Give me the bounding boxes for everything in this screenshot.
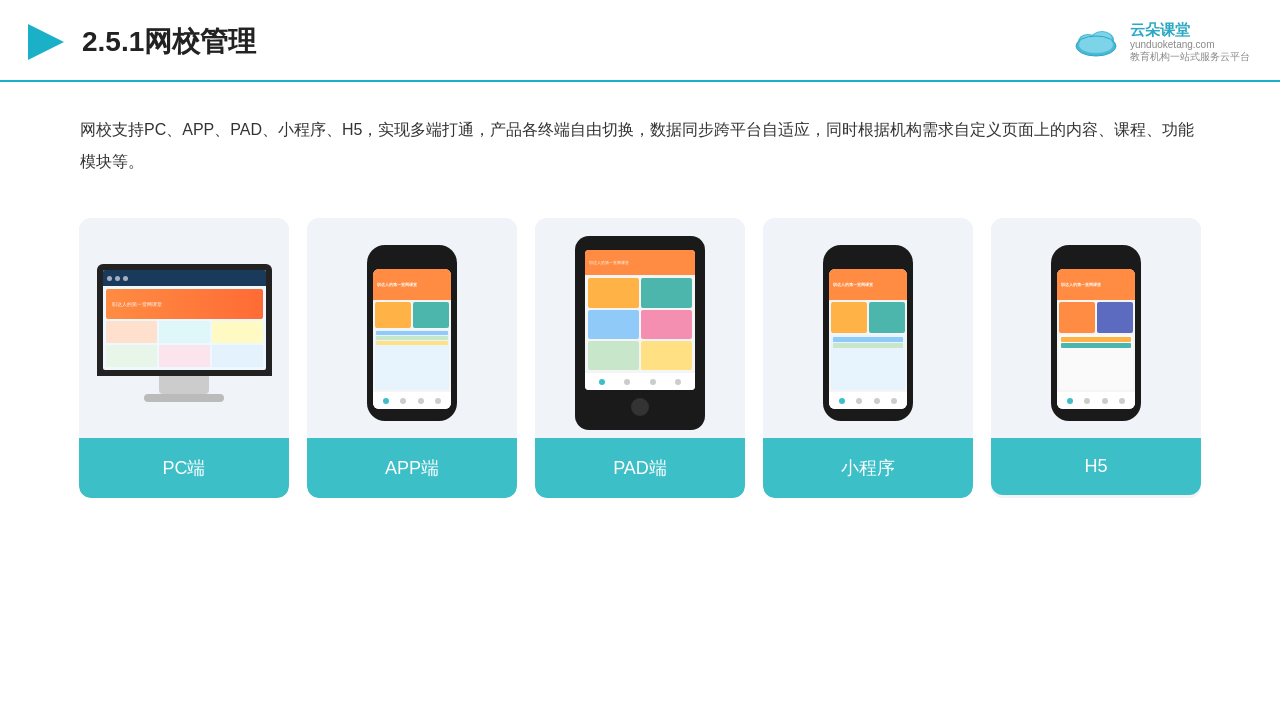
header: 2.5.1网校管理 云朵课堂 yunduoketang.com 教育机构一站式服… bbox=[0, 0, 1280, 82]
svg-point-6 bbox=[1092, 32, 1112, 46]
card-app-image: 职达人的第一堂网课堂 bbox=[307, 218, 517, 438]
card-pad-image: 职达人的第一堂网课堂 bbox=[535, 218, 745, 438]
description-text: 网校支持PC、APP、PAD、小程序、H5，实现多端打通，产品各终端自由切换，数… bbox=[0, 82, 1280, 198]
logo-area: 云朵课堂 yunduoketang.com 教育机构一站式服务云平台 bbox=[1070, 20, 1250, 65]
card-miniprogram: 职达人的第一堂网课堂 bbox=[763, 218, 973, 498]
card-pc-label: PC端 bbox=[79, 438, 289, 498]
pad-tablet-mockup: 职达人的第一堂网课堂 bbox=[575, 236, 705, 430]
card-h5: 职达人的第一堂网课堂 bbox=[991, 218, 1201, 498]
card-pad-label: PAD端 bbox=[535, 438, 745, 498]
card-app-label: APP端 bbox=[307, 438, 517, 498]
card-miniprogram-image: 职达人的第一堂网课堂 bbox=[763, 218, 973, 438]
card-pc-image: 职达人的第一堂网课堂 bbox=[79, 218, 289, 438]
page-title: 2.5.1网校管理 bbox=[82, 23, 256, 61]
h5-phone-mockup: 职达人的第一堂网课堂 bbox=[1051, 245, 1141, 421]
header-left: 2.5.1网校管理 bbox=[20, 18, 256, 66]
card-miniprogram-label: 小程序 bbox=[763, 438, 973, 498]
card-h5-image: 职达人的第一堂网课堂 bbox=[991, 218, 1201, 438]
logo-name: 云朵课堂 bbox=[1130, 20, 1250, 40]
svg-marker-0 bbox=[28, 24, 64, 60]
logo-text-area: 云朵课堂 yunduoketang.com 教育机构一站式服务云平台 bbox=[1130, 20, 1250, 65]
card-pad: 职达人的第一堂网课堂 bbox=[535, 218, 745, 498]
card-app: 职达人的第一堂网课堂 bbox=[307, 218, 517, 498]
cloud-logo-icon bbox=[1070, 24, 1122, 60]
logo-url: yunduoketang.com bbox=[1130, 39, 1250, 50]
cards-container: 职达人的第一堂网课堂 bbox=[0, 198, 1280, 528]
card-pc: 职达人的第一堂网课堂 bbox=[79, 218, 289, 498]
miniprogram-phone-mockup: 职达人的第一堂网课堂 bbox=[823, 245, 913, 421]
logo-slogan: 教育机构一站式服务云平台 bbox=[1130, 50, 1250, 64]
pc-mockup: 职达人的第一堂网课堂 bbox=[97, 264, 272, 402]
card-h5-label: H5 bbox=[991, 438, 1201, 495]
app-phone-mockup: 职达人的第一堂网课堂 bbox=[367, 245, 457, 421]
play-icon bbox=[20, 18, 68, 66]
